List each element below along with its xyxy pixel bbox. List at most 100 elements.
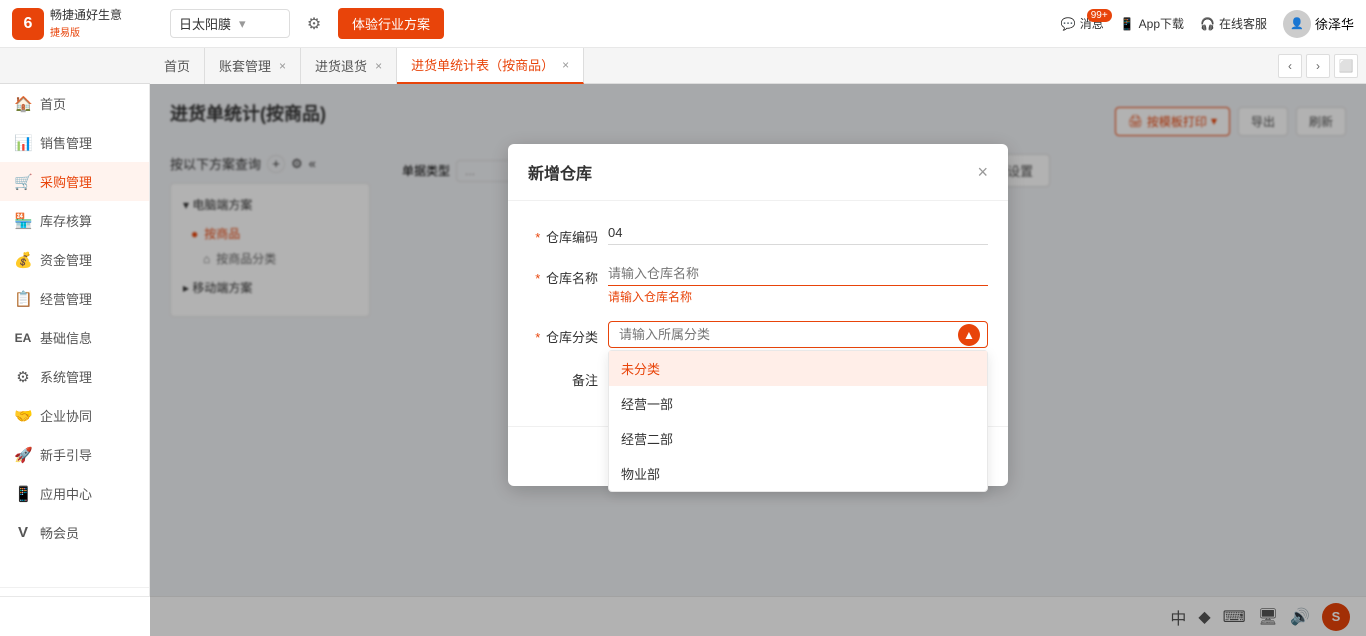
username: 徐泽华 [1315, 14, 1354, 33]
sidebar-item-system[interactable]: ⚙ 系统管理 [0, 357, 149, 396]
modal-overlay: 新增仓库 × * 仓库编码 * [150, 84, 1366, 636]
sidebar-label-inventory: 库存核算 [40, 211, 92, 230]
sidebar-label-basic-info: 基础信息 [40, 328, 92, 347]
tab-controls: ‹ › ⬜ [1278, 54, 1366, 78]
logo-area: 6 畅捷通好生意 捷易版 [12, 8, 162, 40]
sidebar-label-home: 首页 [40, 94, 66, 113]
sidebar-label-operations: 经营管理 [40, 289, 92, 308]
close-icon[interactable]: × [279, 59, 286, 73]
sidebar-label-guide: 新手引导 [40, 445, 92, 464]
inventory-icon: 🏪 [14, 212, 32, 230]
tab-next-button[interactable]: › [1306, 54, 1330, 78]
sidebar-item-inventory[interactable]: 🏪 库存核算 [0, 201, 149, 240]
modal-close-button[interactable]: × [977, 162, 988, 183]
system-icon: ⚙ [14, 368, 32, 386]
tab-expand-button[interactable]: ⬜ [1334, 54, 1358, 78]
sidebar-label-system: 系统管理 [40, 367, 92, 386]
guide-icon: 🚀 [14, 446, 32, 464]
dropdown-item-uncategorized[interactable]: 未分类 [609, 351, 987, 386]
enterprise-icon: 🤝 [14, 407, 32, 425]
name-input[interactable] [608, 262, 988, 286]
tab-purchase-return-label: 进货退货 [315, 56, 367, 75]
code-input[interactable] [608, 221, 988, 245]
finance-icon: 💰 [14, 251, 32, 269]
close-icon[interactable]: × [375, 59, 382, 73]
store-selector[interactable]: 日太阳膜 ▾ [170, 9, 290, 38]
settings-icon[interactable]: ⚙ [298, 8, 330, 40]
form-row-code: * 仓库编码 [528, 221, 988, 246]
sidebar-item-operations[interactable]: 📋 经营管理 [0, 279, 149, 318]
purchase-icon: 🛒 [14, 173, 32, 191]
content-area: 进货单统计(按商品) 🖨 按模板打印 ▾ 导出 刷新 按以下方案查询 + [150, 84, 1366, 636]
close-icon[interactable]: × [562, 58, 569, 72]
code-label: * 仓库编码 [528, 221, 608, 246]
tab-purchase-stats[interactable]: 进货单统计表（按商品） × [397, 48, 584, 84]
app-download-item[interactable]: 📱 App下载 [1120, 15, 1184, 32]
category-arrow-icon[interactable]: ▲ [958, 324, 980, 346]
sidebar-item-home[interactable]: 🏠 首页 [0, 84, 149, 123]
tab-account[interactable]: 账套管理 × [205, 48, 301, 84]
sidebar-label-member: 畅会员 [40, 523, 79, 542]
sidebar-label-apps: 应用中心 [40, 484, 92, 503]
tab-purchase-return[interactable]: 进货退货 × [301, 48, 397, 84]
sales-icon: 📊 [14, 134, 32, 152]
modal-title: 新增仓库 [528, 160, 592, 184]
sidebar-item-apps[interactable]: 📱 应用中心 [0, 474, 149, 513]
sidebar-label-sales: 销售管理 [40, 133, 92, 152]
category-select-wrap: ▲ 未分类 经营一部 经营二部 [608, 321, 988, 348]
top-header: 6 畅捷通好生意 捷易版 日太阳膜 ▾ ⚙ 体验行业方案 💬 消息 99+ 📱 … [0, 0, 1366, 48]
message-badge: 99+ [1087, 9, 1112, 22]
dropdown-item-ops1[interactable]: 经营一部 [609, 386, 987, 421]
message-icon: 💬 [1061, 17, 1076, 31]
form-row-category: * 仓库分类 ▲ 未分类 经 [528, 321, 988, 348]
tab-bar: 首页 账套管理 × 进货退货 × 进货单统计表（按商品） × ‹ › ⬜ [0, 48, 1366, 84]
name-label: * 仓库名称 [528, 262, 608, 287]
tab-prev-button[interactable]: ‹ [1278, 54, 1302, 78]
basic-info-icon: EA [14, 331, 32, 345]
member-icon: V [14, 524, 32, 541]
online-service-label: 在线客服 [1219, 15, 1267, 32]
store-name: 日太阳膜 [179, 14, 231, 33]
chevron-down-icon: ▾ [239, 16, 246, 32]
modal-header: 新增仓库 × [508, 144, 1008, 201]
home-icon: 🏠 [14, 95, 32, 113]
message-icon-item[interactable]: 💬 消息 99+ [1061, 15, 1104, 32]
sidebar-item-member[interactable]: V 畅会员 [0, 513, 149, 552]
try-industry-button[interactable]: 体验行业方案 [338, 8, 444, 39]
main-layout: 🏠 首页 📊 销售管理 🛒 采购管理 🏪 库存核算 💰 资金管理 📋 经营管理 … [0, 84, 1366, 636]
online-service-item[interactable]: 🎧 在线客服 [1200, 15, 1267, 32]
sidebar-label-purchase: 采购管理 [40, 172, 92, 191]
dropdown-item-property[interactable]: 物业部 [609, 456, 987, 491]
sidebar-item-finance[interactable]: 💰 资金管理 [0, 240, 149, 279]
dropdown-item-ops2[interactable]: 经营二部 [609, 421, 987, 456]
sidebar-item-basic-info[interactable]: EA 基础信息 [0, 318, 149, 357]
header-right: 💬 消息 99+ 📱 App下载 🎧 在线客服 👤 徐泽华 [1061, 10, 1354, 38]
sidebar-item-purchase[interactable]: 🛒 采购管理 [0, 162, 149, 201]
app-download-label: App下载 [1139, 15, 1184, 32]
user-area[interactable]: 👤 徐泽华 [1283, 10, 1354, 38]
tab-home[interactable]: 首页 [150, 48, 205, 84]
modal-body: * 仓库编码 * 仓库名称 请输入仓库名称 [508, 201, 1008, 426]
sidebar: 🏠 首页 📊 销售管理 🛒 采购管理 🏪 库存核算 💰 资金管理 📋 经营管理 … [0, 84, 150, 636]
avatar: 👤 [1283, 10, 1311, 38]
tab-account-label: 账套管理 [219, 56, 271, 75]
form-row-name: * 仓库名称 请输入仓库名称 [528, 262, 988, 305]
category-label: * 仓库分类 [528, 321, 608, 346]
add-warehouse-modal: 新增仓库 × * 仓库编码 * [508, 144, 1008, 486]
logo-text: 畅捷通好生意 [50, 8, 122, 24]
category-dropdown: 未分类 经营一部 经营二部 物业部 [608, 350, 988, 492]
apps-icon: 📱 [14, 485, 32, 503]
sidebar-item-sales[interactable]: 📊 销售管理 [0, 123, 149, 162]
app-icon: 📱 [1120, 17, 1135, 31]
remark-label: 备注 [528, 364, 608, 389]
logo-sub: 捷易版 [50, 24, 122, 39]
headset-icon: 🎧 [1200, 17, 1215, 31]
category-input[interactable] [608, 321, 988, 348]
sidebar-label-finance: 资金管理 [40, 250, 92, 269]
operations-icon: 📋 [14, 290, 32, 308]
sidebar-item-guide[interactable]: 🚀 新手引导 [0, 435, 149, 474]
tab-home-label: 首页 [164, 56, 190, 75]
sidebar-item-enterprise[interactable]: 🤝 企业协同 [0, 396, 149, 435]
name-error-msg: 请输入仓库名称 [608, 288, 988, 305]
logo-icon: 6 [12, 8, 44, 40]
